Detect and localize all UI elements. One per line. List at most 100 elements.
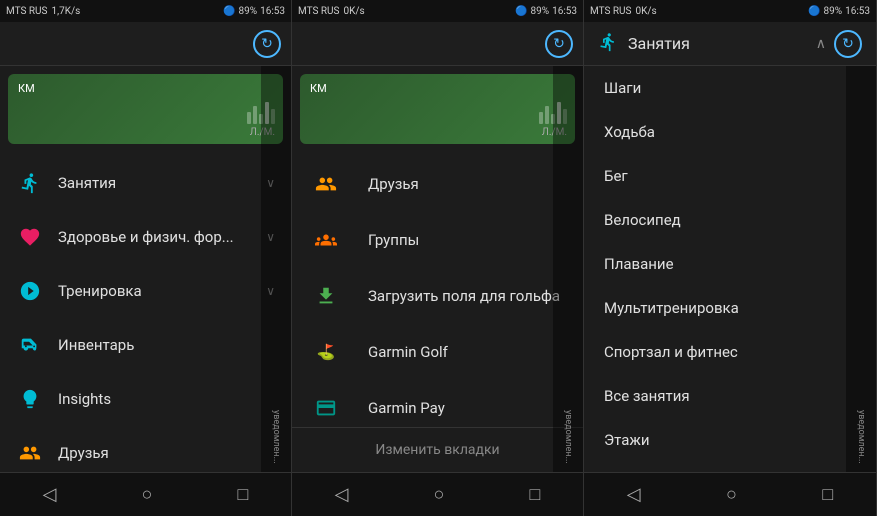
recents-button-3[interactable]: □ bbox=[806, 476, 849, 513]
back-button-2[interactable]: ◁ bbox=[319, 476, 365, 513]
bt-icon-2: 🔵 bbox=[515, 6, 527, 17]
activity-multisport-label: Мультитренировка bbox=[604, 299, 739, 317]
recents-button-1[interactable]: □ bbox=[222, 476, 265, 513]
collapse-arrow[interactable]: ∧ bbox=[816, 36, 826, 52]
menu-item-insights[interactable]: Insights bbox=[0, 372, 291, 426]
menu-item-activities-label: Занятия bbox=[58, 174, 266, 192]
carrier-1: MTS RUS bbox=[6, 6, 47, 17]
activity-swimming[interactable]: Плавание bbox=[584, 242, 876, 286]
submenu-item-golf-upload[interactable]: Загрузить поля для гольфа bbox=[292, 268, 583, 324]
training-icon bbox=[16, 277, 44, 305]
menu-item-training-label: Тренировка bbox=[58, 282, 266, 300]
friends-icon-2 bbox=[312, 170, 340, 198]
menu-item-activities[interactable]: Занятия ∨ bbox=[0, 156, 291, 210]
menu-item-friends-label: Друзья bbox=[58, 444, 275, 462]
status-bar-3: MTS RUS 0K/s 🔵 89% 16:53 bbox=[584, 0, 876, 22]
change-tabs-button[interactable]: Изменить вкладки bbox=[292, 427, 583, 472]
menu-item-health-label: Здоровье и физич. фор... bbox=[58, 228, 266, 246]
activities-sub-list: Шаги Ходьба Бег Велосипед Плавание Мульт… bbox=[584, 66, 876, 472]
menu-item-friends[interactable]: Друзья bbox=[0, 426, 291, 472]
top-bar-1: ↻ bbox=[0, 22, 291, 66]
activity-cycling-label: Велосипед bbox=[604, 211, 681, 229]
speed-3: 0K/s bbox=[635, 6, 656, 17]
submenu-item-golf-upload-label: Загрузить поля для гольфа bbox=[368, 287, 560, 305]
shoe-icon bbox=[16, 331, 44, 359]
activity-steps[interactable]: Шаги bbox=[584, 66, 876, 110]
activity-running[interactable]: Бег bbox=[584, 154, 876, 198]
sync-button-3[interactable]: ↻ bbox=[834, 30, 862, 58]
submenu-item-groups-label: Группы bbox=[368, 231, 419, 249]
friends-icon bbox=[16, 439, 44, 467]
home-button-2[interactable]: ○ bbox=[418, 476, 461, 513]
activity-cycling[interactable]: Велосипед bbox=[584, 198, 876, 242]
bt-icon: 🔵 bbox=[223, 6, 235, 17]
submenu-item-garmin-golf[interactable]: ⛳ Garmin Golf bbox=[292, 324, 583, 380]
activity-intense-time[interactable]: Время интенсивной активности bbox=[584, 462, 876, 472]
groups-icon-2 bbox=[312, 226, 340, 254]
carrier-2: MTS RUS bbox=[298, 6, 339, 17]
panel3-header-label: Занятия bbox=[628, 34, 690, 53]
submenu-item-groups[interactable]: Группы bbox=[292, 212, 583, 268]
recents-button-2[interactable]: □ bbox=[514, 476, 557, 513]
activity-card-1: КМ Л./М. bbox=[8, 74, 283, 144]
run-icon bbox=[16, 169, 44, 197]
activity-all[interactable]: Все занятия bbox=[584, 374, 876, 418]
home-button-1[interactable]: ○ bbox=[126, 476, 169, 513]
speed-2: 0K/s bbox=[343, 6, 364, 17]
run-icon-3 bbox=[598, 32, 618, 56]
heart-icon bbox=[16, 223, 44, 251]
submenu-item-garmin-pay-label: Garmin Pay bbox=[368, 399, 445, 417]
main-menu-list: Занятия ∨ Здоровье и физич. фор... ∨ bbox=[0, 152, 291, 472]
menu-item-health[interactable]: Здоровье и физич. фор... ∨ bbox=[0, 210, 291, 264]
activity-steps-label: Шаги bbox=[604, 79, 641, 97]
activity-gym[interactable]: Спортзал и фитнес bbox=[584, 330, 876, 374]
time-2: 16:53 bbox=[552, 6, 577, 17]
back-button-3[interactable]: ◁ bbox=[611, 476, 657, 513]
bottom-nav-2: ◁ ○ □ bbox=[292, 472, 583, 516]
activity-swimming-label: Плавание bbox=[604, 255, 674, 273]
panel-3: MTS RUS 0K/s 🔵 89% 16:53 Занятия ∧ ↻ Ша bbox=[584, 0, 877, 516]
panel-1: MTS RUS 1,7K/s 🔵 89% 16:53 ↻ КМ Л./М. bbox=[0, 0, 292, 516]
change-tabs-label: Изменить вкладки bbox=[375, 442, 499, 458]
submenu-list-2: Друзья Группы Загрузить поля для г bbox=[292, 152, 583, 427]
panel-2: MTS RUS 0K/s 🔵 89% 16:53 ↻ КМ Л./М. bbox=[292, 0, 584, 516]
sync-button-1[interactable]: ↻ bbox=[253, 30, 281, 58]
status-bar-2: MTS RUS 0K/s 🔵 89% 16:53 bbox=[292, 0, 583, 22]
golf-icon-2: ⛳ bbox=[312, 338, 340, 366]
submenu-content-2: КМ Л./М. Друзья bbox=[292, 66, 583, 427]
activity-floors-label: Этажи bbox=[604, 431, 650, 449]
activity-multisport[interactable]: Мультитренировка bbox=[584, 286, 876, 330]
time-3: 16:53 bbox=[845, 6, 870, 17]
menu-item-inventory[interactable]: Инвентарь bbox=[0, 318, 291, 372]
battery-3: 89% bbox=[824, 6, 843, 17]
activity-walking[interactable]: Ходьба bbox=[584, 110, 876, 154]
submenu-item-garmin-pay[interactable]: Garmin Pay bbox=[292, 380, 583, 427]
home-button-3[interactable]: ○ bbox=[710, 476, 753, 513]
insights-icon bbox=[16, 385, 44, 413]
battery-1: 89% bbox=[239, 6, 258, 17]
submenu-item-friends-label: Друзья bbox=[368, 175, 419, 193]
edge-hint-2: уведомлен... bbox=[553, 66, 583, 472]
activity-gym-label: Спортзал и фитнес bbox=[604, 343, 738, 361]
sync-button-2[interactable]: ↻ bbox=[545, 30, 573, 58]
back-button-1[interactable]: ◁ bbox=[27, 476, 73, 513]
edge-hint-3: уведомлен... bbox=[846, 66, 876, 472]
menu-content-1: КМ Л./М. Занятия ∨ bbox=[0, 66, 291, 472]
bottom-nav-3: ◁ ○ □ bbox=[584, 472, 876, 516]
menu-item-inventory-label: Инвентарь bbox=[58, 336, 275, 354]
menu-item-training[interactable]: Тренировка ∨ bbox=[0, 264, 291, 318]
pay-icon-2 bbox=[312, 394, 340, 422]
submenu-item-garmin-golf-label: Garmin Golf bbox=[368, 343, 448, 361]
status-bar-1: MTS RUS 1,7K/s 🔵 89% 16:53 bbox=[0, 0, 291, 22]
speed-1: 1,7K/s bbox=[51, 6, 80, 17]
menu-item-insights-label: Insights bbox=[58, 390, 275, 408]
battery-2: 89% bbox=[531, 6, 550, 17]
activity-floors[interactable]: Этажи bbox=[584, 418, 876, 462]
submenu-item-friends[interactable]: Друзья bbox=[292, 156, 583, 212]
bottom-nav-1: ◁ ○ □ bbox=[0, 472, 291, 516]
activity-card-2: КМ Л./М. bbox=[300, 74, 575, 144]
activity-running-label: Бег bbox=[604, 167, 628, 185]
carrier-3: MTS RUS bbox=[590, 6, 631, 17]
top-bar-3: Занятия ∧ ↻ bbox=[584, 22, 876, 66]
top-bar-2: ↻ bbox=[292, 22, 583, 66]
